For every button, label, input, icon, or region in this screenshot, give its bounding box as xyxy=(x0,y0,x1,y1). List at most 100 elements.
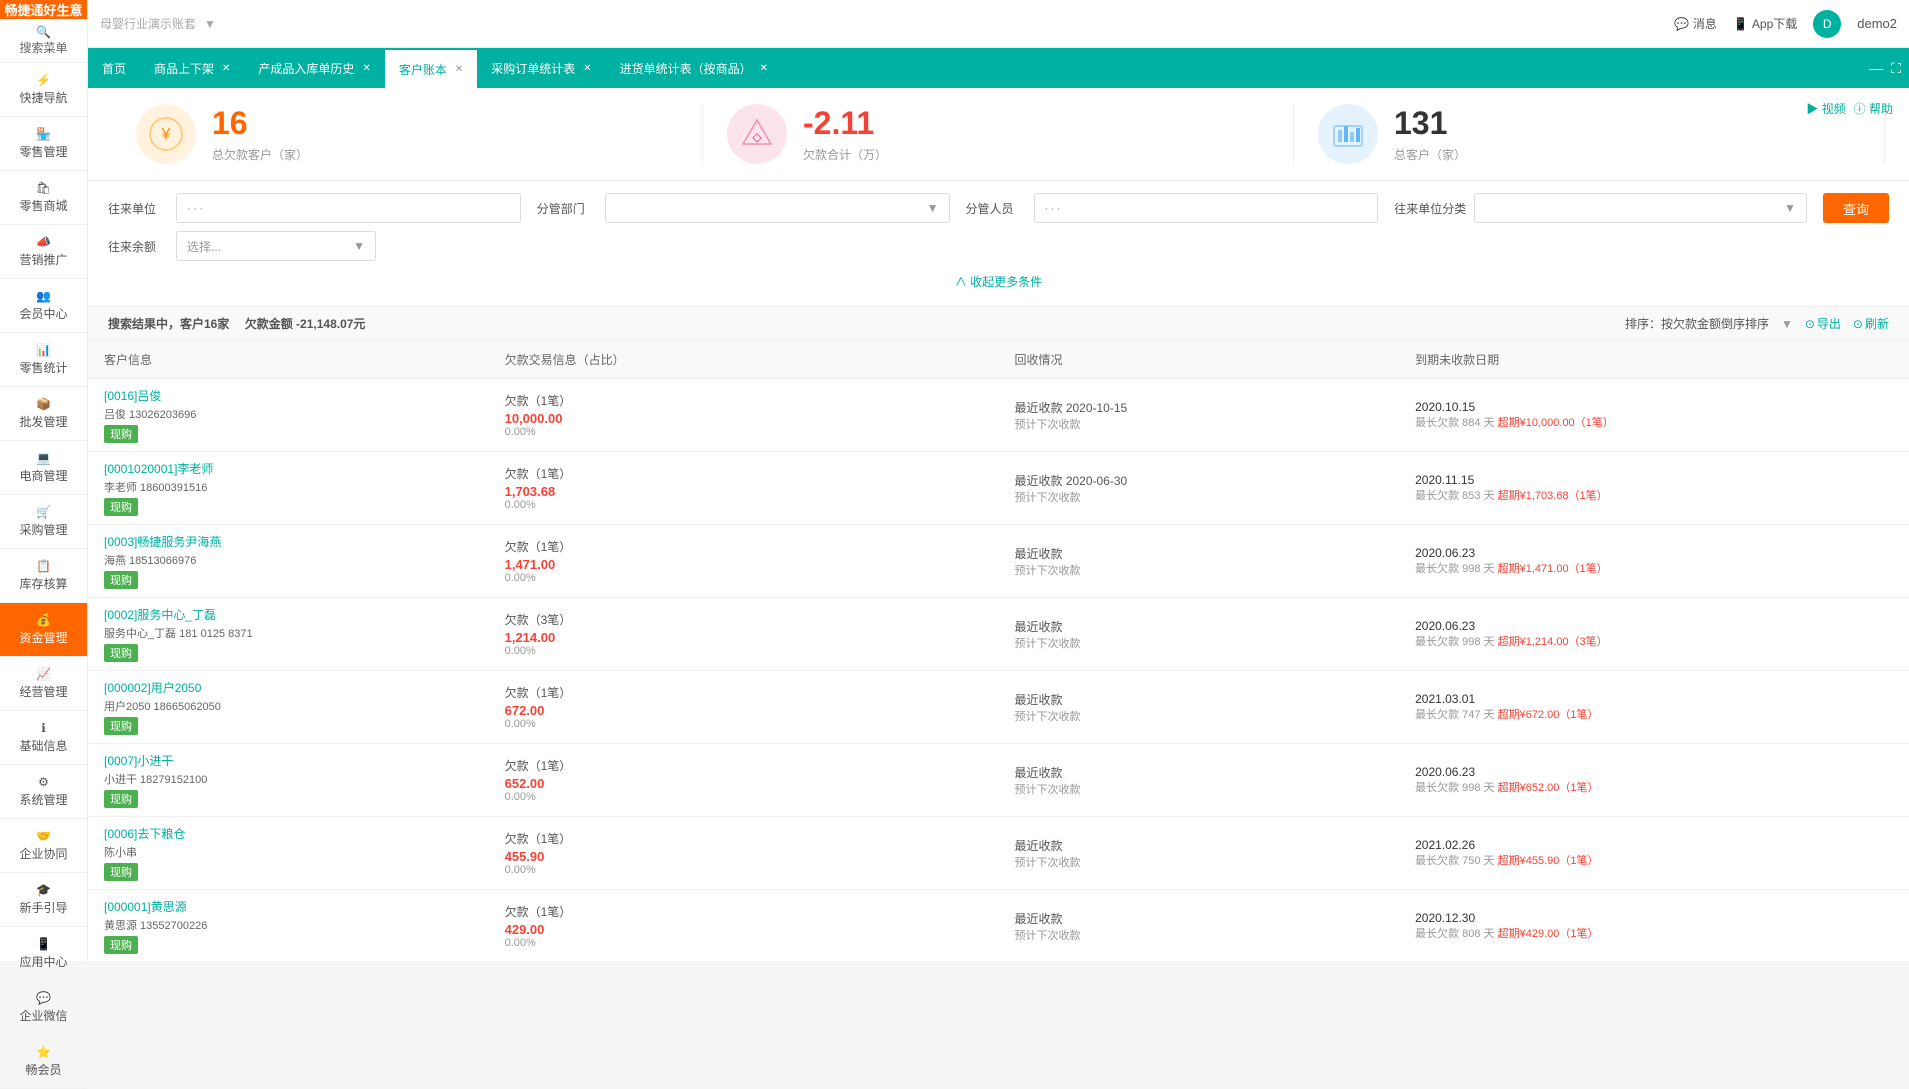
overdue-days: 最长欠款 853 天 xyxy=(1415,490,1498,502)
overdue-info: 最长欠款 884 天 超期¥10,000.00（1笔） xyxy=(1415,414,1893,430)
sidebar-item-purchase[interactable]: 🛒 采购管理 xyxy=(0,495,87,549)
sidebar-item-enterprise[interactable]: 🤝 企业协同 xyxy=(0,819,87,873)
sidebar-item-retail-mall[interactable]: 🛍 零售商城 xyxy=(0,171,87,225)
cell-customer-info: [0016]吕俊 吕俊 13026203696 现购 xyxy=(88,379,489,452)
customer-name-link[interactable]: [0002]服务中心_丁磊 xyxy=(104,608,216,622)
overdue-link[interactable]: 超期¥1,471.00（1笔） xyxy=(1498,563,1608,575)
debt-amount[interactable]: 652.00 xyxy=(505,776,983,791)
query-button[interactable]: 查询 xyxy=(1823,193,1889,223)
debt-amount[interactable]: 672.00 xyxy=(505,703,983,718)
export-btn[interactable]: ⊙ 导出 xyxy=(1805,315,1841,332)
debt-amount[interactable]: 429.00 xyxy=(505,922,983,937)
tab-close-product-history[interactable]: ✕ xyxy=(362,63,370,74)
data-table: 客户信息 欠款交易信息（占比） 回收情况 到期未收款日期 [0016]吕俊 吕俊… xyxy=(88,341,1909,961)
refresh-btn[interactable]: ⊙ 刷新 xyxy=(1853,315,1889,332)
balance-arrow: ▼ xyxy=(353,239,365,253)
stat-help-area: ▶ 视频 ⓘ 帮助 xyxy=(1806,100,1893,117)
customer-phone: 李老师 18600391516 xyxy=(104,479,473,495)
debt-amount[interactable]: 1,471.00 xyxy=(505,557,983,572)
customer-name-link[interactable]: [0003]畅捷服务尹海燕 xyxy=(104,535,221,549)
balance-input[interactable]: 选择... ▼ xyxy=(176,231,376,261)
overdue-link[interactable]: 超期¥672.00（1笔） xyxy=(1498,709,1599,721)
message-btn[interactable]: 💬 消息 xyxy=(1674,15,1717,32)
sidebar-item-batch-mgmt[interactable]: 📦 批发管理 xyxy=(0,387,87,441)
overdue-info: 最长欠款 998 天 超期¥1,471.00（1笔） xyxy=(1415,560,1893,576)
overdue-link[interactable]: 超期¥1,703.68（1笔） xyxy=(1498,490,1608,502)
department-input[interactable]: ▼ xyxy=(605,193,950,223)
debt-amount[interactable]: 1,214.00 xyxy=(505,630,983,645)
sidebar-item-search[interactable]: 🔍 搜索菜单 xyxy=(0,19,87,63)
sidebar-item-newbie[interactable]: 🎓 新手引导 xyxy=(0,873,87,927)
debt-count: 欠款（1笔） xyxy=(505,757,983,774)
tab-close-customer-account[interactable]: ✕ xyxy=(455,64,463,75)
unit-category-input[interactable]: ▼ xyxy=(1474,193,1807,223)
source-unit-input[interactable]: ··· xyxy=(176,193,521,223)
filter-department: 分管部门 ▼ xyxy=(537,193,950,223)
cell-due-date: 2021.02.26 最长欠款 750 天 超期¥455.90（1笔） xyxy=(1399,817,1909,890)
sidebar-item-quick-nav[interactable]: ⚡ 快捷导航 xyxy=(0,63,87,117)
debt-count: 欠款（1笔） xyxy=(505,465,983,482)
tab-close-product-offline[interactable]: ✕ xyxy=(222,63,230,74)
tab-product-history[interactable]: 产成品入库单历史 ✕ xyxy=(244,48,384,88)
manager-input[interactable]: ··· xyxy=(1034,193,1379,223)
stat-icon-debt-amount: ◇ xyxy=(727,104,787,164)
debt-amount[interactable]: 1,703.68 xyxy=(505,484,983,499)
overdue-link[interactable]: 超期¥652.00（1笔） xyxy=(1498,782,1599,794)
tab-close-purchase-stats[interactable]: ✕ xyxy=(583,63,591,74)
tab-maximize-icon[interactable]: ⛶ xyxy=(1891,60,1901,77)
customer-name-link[interactable]: [0006]去下粮仓 xyxy=(104,827,185,841)
video-btn[interactable]: ▶ 视频 xyxy=(1806,100,1845,117)
sidebar-item-retail-stats[interactable]: 📊 零售统计 xyxy=(0,333,87,387)
sidebar-item-marketing[interactable]: 📣 营销推广 xyxy=(0,225,87,279)
cell-payback: 最近收款 2020-10-15 预计下次收款 xyxy=(998,379,1399,452)
sidebar-item-member[interactable]: 👥 会员中心 xyxy=(0,279,87,333)
sidebar-item-wechat-biz[interactable]: 💬 企业微信 xyxy=(0,981,87,1035)
sidebar-item-system[interactable]: ⚙ 系统管理 xyxy=(0,765,87,819)
sidebar-item-biz-mgmt[interactable]: 📈 经营管理 xyxy=(0,657,87,711)
stat-debt-amount: ◇ -2.11 欠款合计（万） xyxy=(703,104,1294,164)
payback-next: 预计下次收款 xyxy=(1014,416,1383,432)
customer-name-link[interactable]: [000002]用户2050 xyxy=(104,681,201,695)
tab-inbound-stats[interactable]: 进货单统计表（按商品） ✕ xyxy=(606,48,782,88)
export-icon: ⊙ xyxy=(1805,317,1815,331)
sidebar-item-basic-info[interactable]: ℹ 基础信息 xyxy=(0,711,87,765)
customer-name-link[interactable]: [0007]小进干 xyxy=(104,754,173,768)
help-btn[interactable]: ⓘ 帮助 xyxy=(1854,100,1893,117)
cell-customer-info: [0007]小进干 小进干 18279152100 现购 xyxy=(88,744,489,817)
customer-name-link[interactable]: [0016]吕俊 xyxy=(104,389,161,403)
overdue-link[interactable]: 超期¥429.00（1笔） xyxy=(1498,928,1599,940)
overdue-link[interactable]: 超期¥10,000.00（1笔） xyxy=(1498,417,1614,429)
total-customers-value: 131 xyxy=(1394,105,1466,142)
debt-amount[interactable]: 10,000.00 xyxy=(505,411,983,426)
tab-product-offline[interactable]: 商品上下架 ✕ xyxy=(140,48,244,88)
customer-name-link[interactable]: [000001]黄思源 xyxy=(104,900,187,914)
tab-minimize-icon[interactable]: — xyxy=(1869,60,1883,76)
tab-close-inbound-stats[interactable]: ✕ xyxy=(760,63,768,74)
customer-name-link[interactable]: [0001020001]李老师 xyxy=(104,462,213,476)
payback-latest: 最近收款 2020-10-15 xyxy=(1014,399,1383,416)
payback-next: 预计下次收款 xyxy=(1014,781,1383,797)
user-name: demo2 xyxy=(1857,16,1897,31)
cell-customer-info: [000002]用户2050 用户2050 18665062050 现购 xyxy=(88,671,489,744)
overdue-link[interactable]: 超期¥1,214.00（3笔） xyxy=(1498,636,1608,648)
overdue-days: 最长欠款 750 天 xyxy=(1415,855,1498,867)
tab-customer-account[interactable]: 客户账本 ✕ xyxy=(385,48,477,88)
sidebar-item-retail-mgmt[interactable]: 🏪 零售管理 xyxy=(0,117,87,171)
sidebar-item-app-center[interactable]: 📱 应用中心 xyxy=(0,927,87,981)
sidebar-item-finance[interactable]: 💰 资金管理 xyxy=(0,603,87,657)
app-download-btn[interactable]: 📱 App下载 xyxy=(1733,15,1797,32)
results-info: 搜索结果中，客户16家 欠款金额 -21,148.07元 xyxy=(108,315,365,332)
debt-customers-value: 16 xyxy=(212,105,308,142)
filter-unit-category: 往来单位分类 ▼ xyxy=(1394,193,1807,223)
tab-purchase-stats[interactable]: 采购订单统计表 ✕ xyxy=(477,48,605,88)
customer-tag: 现购 xyxy=(104,936,138,954)
debt-amount[interactable]: 455.90 xyxy=(505,849,983,864)
filter-collapse-btn[interactable]: ∧ 收起更多条件 xyxy=(108,269,1889,294)
overdue-days: 最长欠款 998 天 xyxy=(1415,563,1498,575)
sidebar-item-inventory[interactable]: 📋 库存核算 xyxy=(0,549,87,603)
sidebar-item-vip[interactable]: ⭐ 畅会员 xyxy=(0,1035,87,1089)
cell-debt-info: 欠款（1笔） 1,471.00 0.00% xyxy=(489,525,999,598)
sidebar-item-ecommerce[interactable]: 💻 电商管理 xyxy=(0,441,87,495)
overdue-link[interactable]: 超期¥455.90（1笔） xyxy=(1498,855,1599,867)
tab-home[interactable]: 首页 xyxy=(88,48,140,88)
